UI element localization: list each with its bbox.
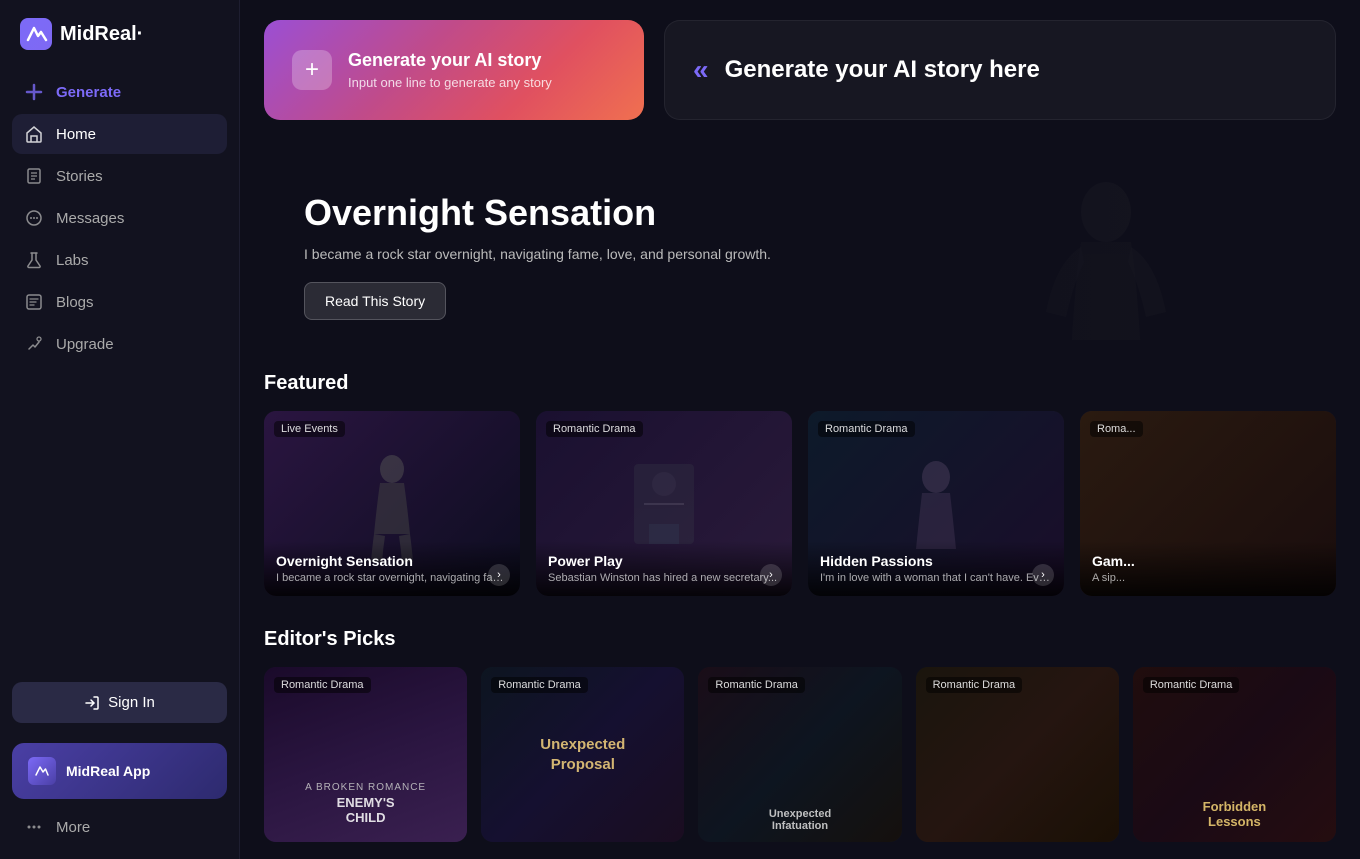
- ep-card-1-image: A BROKEN ROMANCE ENEMY'SCHILD: [264, 667, 467, 842]
- card-3-desc: I'm in love with a woman that I can't ha…: [820, 572, 1052, 584]
- featured-card-2[interactable]: Romantic Drama Power Play Sebastian Wins…: [536, 411, 792, 596]
- generate-card[interactable]: + Generate your AI story Input one line …: [264, 20, 644, 120]
- card-1-tag-top: Live Events: [274, 421, 345, 437]
- featured-story-section: Overnight Sensation I became a rock star…: [264, 152, 1336, 340]
- featured-card-3[interactable]: Romantic Drama Hidden Passions I'm in lo…: [808, 411, 1064, 596]
- sign-in-button[interactable]: Sign In: [12, 682, 227, 723]
- hero-banner: + Generate your AI story Input one line …: [264, 20, 1336, 120]
- sidebar-item-blogs[interactable]: Blogs: [12, 282, 227, 322]
- chevron-double-icon: «: [693, 54, 709, 86]
- sidebar-label-generate: Generate: [56, 84, 121, 101]
- blogs-icon: [24, 292, 44, 312]
- generate-icon: [24, 82, 44, 102]
- ep-card-5-image: ForbiddenLessons: [1133, 667, 1336, 842]
- editors-card-2[interactable]: UnexpectedProposal Romantic Drama: [481, 667, 684, 842]
- story-here-card[interactable]: « Generate your AI story here: [664, 20, 1336, 120]
- sidebar-item-upgrade[interactable]: Upgrade: [12, 324, 227, 364]
- generate-card-text: Generate your AI story Input one line to…: [348, 50, 552, 90]
- featured-section-header: Featured: [264, 372, 1336, 395]
- sidebar-label-labs: Labs: [56, 252, 89, 269]
- featured-story-content: Overnight Sensation I became a rock star…: [304, 192, 1296, 320]
- card-4-overlay: Gam... A sip...: [1080, 541, 1336, 596]
- sidebar-bottom: MidReal App More: [0, 731, 239, 859]
- editors-picks-header: Editor's Picks: [264, 628, 1336, 651]
- app-icon: [28, 757, 56, 785]
- more-label: More: [56, 819, 90, 836]
- generate-title: Generate your AI story: [348, 50, 552, 71]
- ep-card-2-tag: Romantic Drama: [491, 677, 588, 693]
- sidebar: MidReal· Generate Home: [0, 0, 240, 859]
- sign-in-label: Sign In: [108, 694, 155, 711]
- story-here-text: Generate your AI story here: [725, 56, 1040, 84]
- featured-story-title: Overnight Sensation: [304, 192, 1296, 234]
- ep-card-4-tag: Romantic Drama: [926, 677, 1023, 693]
- card-4-title: Gam...: [1092, 553, 1324, 570]
- logo-text: MidReal·: [60, 23, 143, 46]
- sign-in-icon: [84, 695, 100, 711]
- editors-card-1[interactable]: A BROKEN ROMANCE ENEMY'SCHILD Romantic D…: [264, 667, 467, 842]
- featured-card-4[interactable]: Roma... Gam... A sip...: [1080, 411, 1336, 596]
- stories-icon: [24, 166, 44, 186]
- sidebar-item-labs[interactable]: Labs: [12, 240, 227, 280]
- read-story-button[interactable]: Read This Story: [304, 282, 446, 320]
- midreal-app-button[interactable]: MidReal App: [12, 743, 227, 799]
- ep-card-1-tag: Romantic Drama: [274, 677, 371, 693]
- sidebar-label-home: Home: [56, 126, 96, 143]
- labs-icon: [24, 250, 44, 270]
- featured-card-1[interactable]: Live Events Overnight Sensation I became…: [264, 411, 520, 596]
- ep-card-3-image: UnexpectedInfatuation: [698, 667, 901, 842]
- card-1-arrow: ›: [488, 564, 510, 586]
- card-4-desc: A sip...: [1092, 572, 1324, 584]
- sidebar-item-messages[interactable]: Messages: [12, 198, 227, 238]
- ep-card-3-tag: Romantic Drama: [708, 677, 805, 693]
- featured-section-title: Featured: [264, 372, 1336, 395]
- generate-subtitle: Input one line to generate any story: [348, 75, 552, 90]
- featured-story-description: I became a rock star overnight, navigati…: [304, 246, 804, 262]
- more-button[interactable]: More: [12, 807, 227, 847]
- app-button-label: MidReal App: [66, 763, 150, 779]
- main-content: + Generate your AI story Input one line …: [240, 0, 1360, 859]
- card-4-tag-top: Roma...: [1090, 421, 1143, 437]
- card-3-arrow: ›: [1032, 564, 1054, 586]
- sidebar-label-upgrade: Upgrade: [56, 336, 114, 353]
- more-icon: [24, 817, 44, 837]
- sidebar-item-stories[interactable]: Stories: [12, 156, 227, 196]
- editors-card-4[interactable]: Romantic Drama: [916, 667, 1119, 842]
- ep-card-4-image: [916, 667, 1119, 842]
- editors-card-3[interactable]: UnexpectedInfatuation Romantic Drama: [698, 667, 901, 842]
- sidebar-label-stories: Stories: [56, 168, 103, 185]
- editors-picks-title: Editor's Picks: [264, 628, 1336, 651]
- home-icon: [24, 124, 44, 144]
- plus-icon: +: [292, 50, 332, 90]
- sidebar-item-home[interactable]: Home: [12, 114, 227, 154]
- logo[interactable]: MidReal·: [0, 0, 239, 64]
- ep-card-2-image: UnexpectedProposal: [481, 667, 684, 842]
- sidebar-nav: Generate Home Stories: [0, 64, 239, 682]
- card-2-title: Power Play: [548, 553, 780, 570]
- card-2-overlay: Power Play Sebastian Winston has hired a…: [536, 541, 792, 596]
- card-1-overlay: Overnight Sensation I became a rock star…: [264, 541, 520, 596]
- editors-card-5[interactable]: ForbiddenLessons Romantic Drama: [1133, 667, 1336, 842]
- messages-icon: [24, 208, 44, 228]
- card-3-title: Hidden Passions: [820, 553, 1052, 570]
- card-2-arrow: ›: [760, 564, 782, 586]
- card-3-overlay: Hidden Passions I'm in love with a woman…: [808, 541, 1064, 596]
- featured-cards-row: Live Events Overnight Sensation I became…: [264, 411, 1336, 596]
- editors-picks-row: A BROKEN ROMANCE ENEMY'SCHILD Romantic D…: [264, 667, 1336, 842]
- card-2-tag-top: Romantic Drama: [546, 421, 643, 437]
- card-2-desc: Sebastian Winston has hired a new secret…: [548, 572, 780, 584]
- upgrade-icon: [24, 334, 44, 354]
- card-1-desc: I became a rock star overnight, navigati…: [276, 572, 508, 584]
- sidebar-label-blogs: Blogs: [56, 294, 94, 311]
- card-3-tag-top: Romantic Drama: [818, 421, 915, 437]
- logo-icon: [20, 18, 52, 50]
- sidebar-label-messages: Messages: [56, 210, 124, 227]
- sidebar-item-generate[interactable]: Generate: [12, 72, 227, 112]
- card-1-title: Overnight Sensation: [276, 553, 508, 570]
- ep-card-5-tag: Romantic Drama: [1143, 677, 1240, 693]
